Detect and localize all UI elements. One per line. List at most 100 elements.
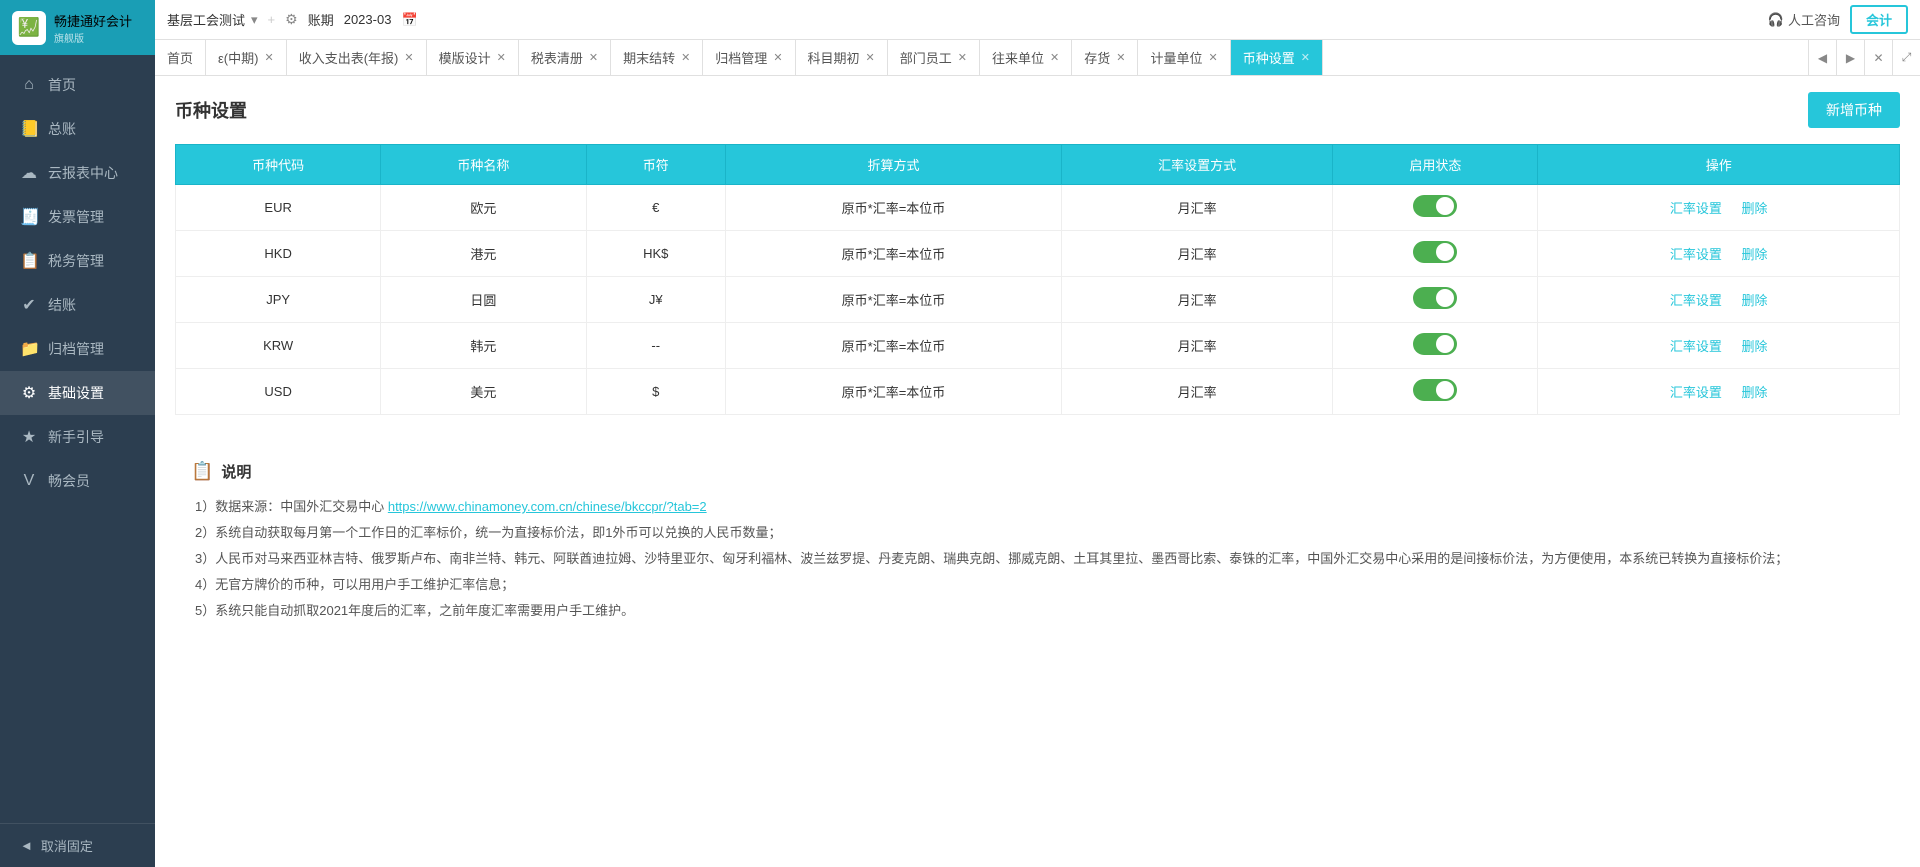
tab-dept[interactable]: 部门员工✕ (888, 40, 980, 76)
toggle-USD[interactable] (1413, 379, 1457, 401)
tab-inventory[interactable]: 存货✕ (1072, 40, 1138, 76)
nav-label-home: 首页 (48, 75, 76, 95)
calendar-icon[interactable]: 📅 (401, 12, 417, 28)
sidebar-item-home[interactable]: ⌂首页 (0, 63, 155, 107)
toggle-knob-EUR (1436, 197, 1454, 215)
cell-actions: 汇率设置 删除 (1538, 323, 1900, 369)
delete-link-EUR[interactable]: 删除 (1742, 201, 1768, 216)
sidebar-footer-label: 取消固定 (41, 836, 93, 855)
nav-label-invoice: 发票管理 (48, 207, 104, 227)
rate-setting-link-HKD[interactable]: 汇率设置 (1670, 247, 1722, 262)
rate-setting-link-USD[interactable]: 汇率设置 (1670, 385, 1722, 400)
toggle-HKD[interactable] (1413, 241, 1457, 263)
tab-subject[interactable]: 科目期初✕ (796, 40, 888, 76)
sidebar-item-checkout[interactable]: ✔结账 (0, 283, 155, 327)
sidebar-item-reports[interactable]: ☁云报表中心 (0, 151, 155, 195)
sidebar: 💹 畅捷通好会计 旗舰版 ⌂首页📒总账☁云报表中心🧾发票管理📋税务管理✔结账📁归… (0, 0, 155, 867)
tab-close-partners[interactable]: ✕ (1050, 51, 1059, 64)
tab-close-archive[interactable]: ✕ (773, 51, 782, 64)
tab-home[interactable]: 首页 (155, 40, 206, 76)
tab-close-currency[interactable]: ✕ (1301, 51, 1310, 64)
tab-close-dept[interactable]: ✕ (958, 51, 967, 64)
tab-label-home: 首页 (167, 48, 193, 67)
sidebar-item-tax[interactable]: 📋税务管理 (0, 239, 155, 283)
cell-rate-type: 月汇率 (1062, 369, 1333, 415)
notes-header: 📋 说明 (191, 461, 1884, 482)
tab-close-template[interactable]: ✕ (497, 51, 506, 64)
cell-rate-type: 月汇率 (1062, 277, 1333, 323)
rate-setting-link-JPY[interactable]: 汇率设置 (1670, 293, 1722, 308)
tab-currency[interactable]: 币种设置✕ (1231, 40, 1323, 76)
delete-link-USD[interactable]: 删除 (1742, 385, 1768, 400)
delete-link-KRW[interactable]: 删除 (1742, 339, 1768, 354)
sidebar-item-invoice[interactable]: 🧾发票管理 (0, 195, 155, 239)
notes-link[interactable]: https://www.chinamoney.com.cn/chinese/bk… (388, 499, 707, 514)
sidebar-item-member[interactable]: V畅会员 (0, 459, 155, 503)
toggle-knob-USD (1436, 381, 1454, 399)
topbar-period: 账期 2023-03 📅 (308, 10, 418, 29)
tab-close-unit[interactable]: ✕ (1208, 51, 1217, 64)
logo-title: 畅捷通好会计 (54, 11, 132, 30)
cell-rate-type: 月汇率 (1062, 185, 1333, 231)
tab-template[interactable]: 模版设计 ✕ (427, 40, 519, 76)
sidebar-item-archive[interactable]: 📁归档管理 (0, 327, 155, 371)
toggle-knob-HKD (1436, 243, 1454, 261)
toggle-EUR[interactable] (1413, 195, 1457, 217)
delete-link-JPY[interactable]: 删除 (1742, 293, 1768, 308)
account-button[interactable]: 会计 (1850, 5, 1908, 34)
sidebar-item-guide[interactable]: ★新手引导 (0, 415, 155, 459)
cell-code: EUR (176, 185, 381, 231)
nav-icon-ledger: 📒 (20, 119, 38, 139)
cell-enabled (1333, 369, 1538, 415)
new-currency-button[interactable]: 新增币种 (1808, 92, 1900, 128)
cell-enabled (1333, 323, 1538, 369)
tab-period[interactable]: ε(中期)✕ (206, 40, 287, 76)
rate-setting-link-KRW[interactable]: 汇率设置 (1670, 339, 1722, 354)
tab-close-period[interactable]: ✕ (264, 51, 273, 64)
service-btn[interactable]: 🎧 人工咨询 (1768, 10, 1840, 29)
nav-label-settings: 基础设置 (48, 383, 104, 403)
tab-maximize-btn[interactable]: ⤢ (1892, 40, 1920, 76)
tab-prev-btn[interactable]: ◀ (1808, 40, 1836, 76)
tab-taxclear[interactable]: 税表清册✕ (519, 40, 611, 76)
toggle-KRW[interactable] (1413, 333, 1457, 355)
cell-symbol: $ (586, 369, 725, 415)
sidebar-footer[interactable]: ◄ 取消固定 (0, 823, 155, 867)
sidebar-item-ledger[interactable]: 📒总账 (0, 107, 155, 151)
cell-symbol: € (586, 185, 725, 231)
tab-close-income[interactable]: ✕ (404, 51, 413, 64)
table-row: KRW 韩元 -- 原币*汇率=本位币 月汇率 汇率设置 删除 (176, 323, 1900, 369)
tab-close-period_end[interactable]: ✕ (681, 51, 690, 64)
rate-setting-link-EUR[interactable]: 汇率设置 (1670, 201, 1722, 216)
tab-income[interactable]: 收入支出表(年报)✕ (287, 40, 427, 76)
nav-icon-tax: 📋 (20, 251, 38, 271)
company-name[interactable]: 基层工会测试 ▾ (167, 10, 258, 29)
cell-enabled (1333, 231, 1538, 277)
tab-period_end[interactable]: 期末结转 ✕ (611, 40, 703, 76)
cell-symbol: -- (586, 323, 725, 369)
tab-archive[interactable]: 归档管理✕ (703, 40, 795, 76)
tab-next-btn[interactable]: ▶ (1836, 40, 1864, 76)
tab-label-period_end: 期末结转 (623, 48, 675, 67)
logo-text: 畅捷通好会计 旗舰版 (54, 11, 132, 45)
tab-close-all-btn[interactable]: ✕ (1864, 40, 1892, 76)
toggle-knob-JPY (1436, 289, 1454, 307)
notes-icon: 📋 (191, 461, 213, 482)
settings-icon[interactable]: ⚙ (285, 11, 298, 28)
note-item-3: 4）无官方牌价的币种，可以用用户手工维护汇率信息； (191, 572, 1884, 598)
tab-close-inventory[interactable]: ✕ (1116, 51, 1125, 64)
tab-unit[interactable]: 计量单位✕ (1138, 40, 1230, 76)
cell-code: HKD (176, 231, 381, 277)
tab-label-template: 模版设计 (439, 48, 491, 67)
tab-close-taxclear[interactable]: ✕ (589, 51, 598, 64)
tab-partners[interactable]: 往来单位✕ (980, 40, 1072, 76)
nav-icon-checkout: ✔ (20, 295, 38, 315)
delete-link-HKD[interactable]: 删除 (1742, 247, 1768, 262)
toggle-JPY[interactable] (1413, 287, 1457, 309)
nav-icon-archive: 📁 (20, 339, 38, 359)
company-dropdown-icon[interactable]: ▾ (251, 12, 258, 28)
sidebar-item-settings[interactable]: ⚙基础设置 (0, 371, 155, 415)
note-item-0: 1）数据来源：中国外汇交易中心 https://www.chinamoney.c… (191, 494, 1884, 520)
topbar: 基层工会测试 ▾ + ⚙ 账期 2023-03 📅 🎧 人工咨询 会计 (155, 0, 1920, 40)
tab-close-subject[interactable]: ✕ (866, 51, 875, 64)
